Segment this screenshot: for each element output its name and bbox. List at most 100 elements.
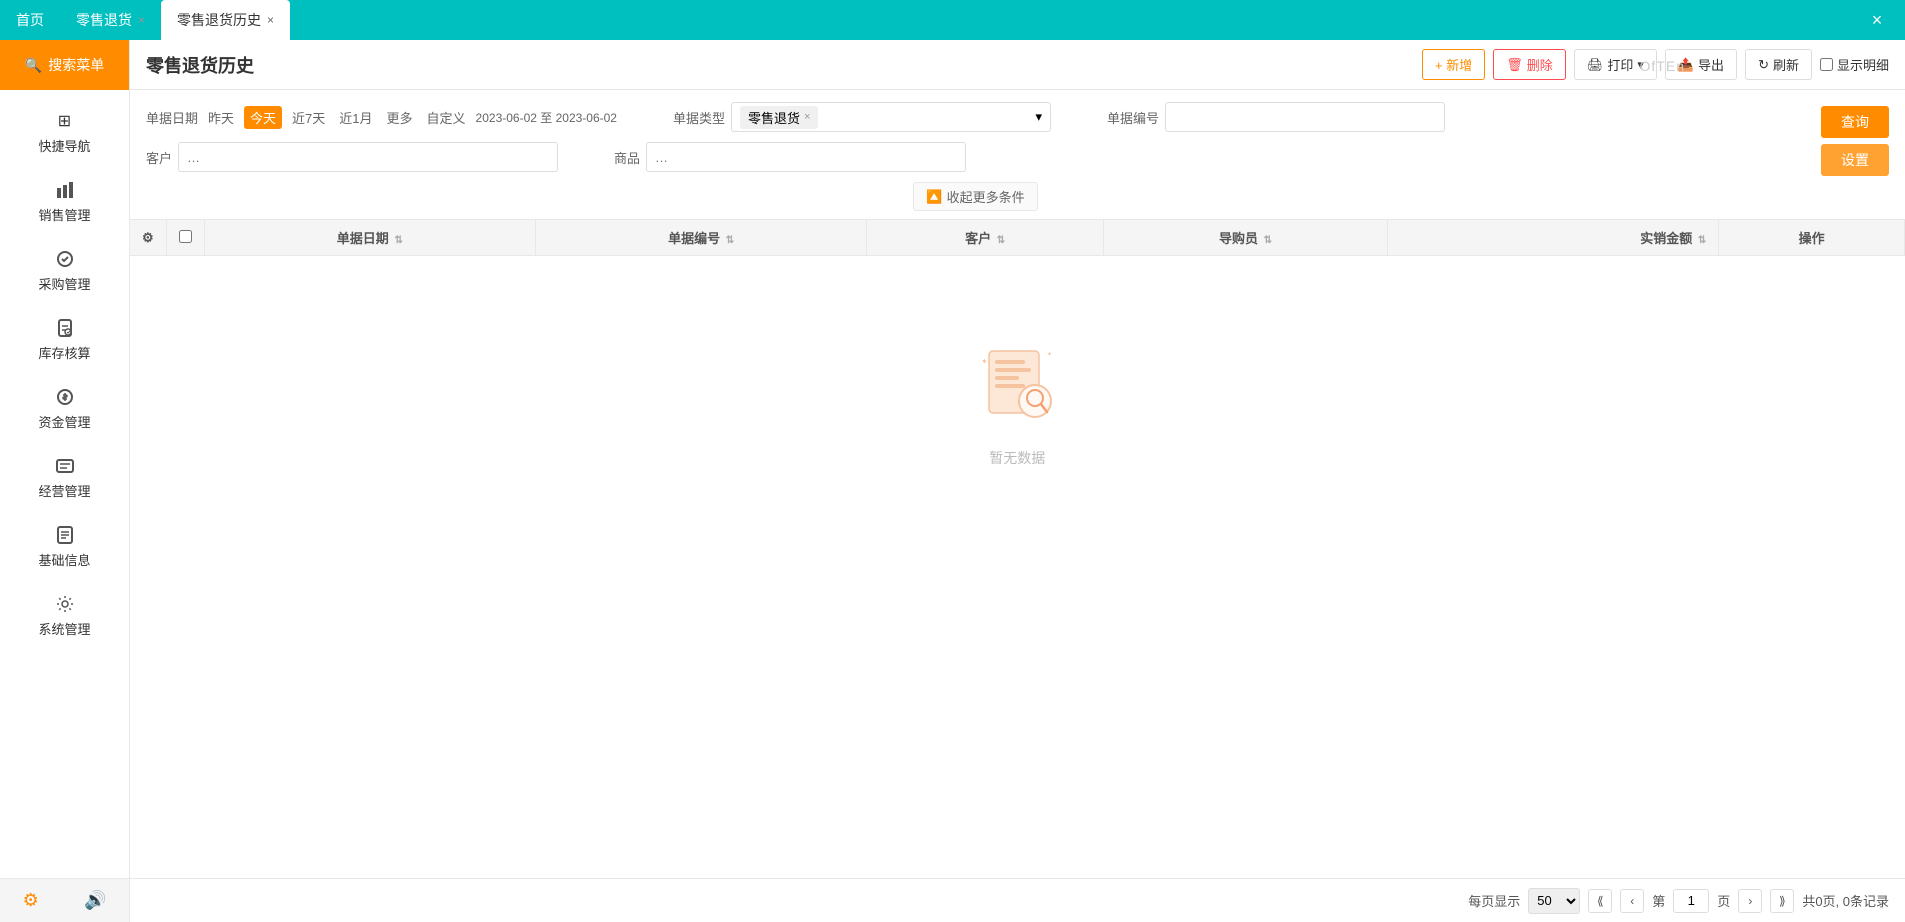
sidebar-item-purchase-mgmt[interactable]: 采购管理 xyxy=(0,236,129,305)
collapse-button[interactable]: 🔼 收起更多条件 xyxy=(913,182,1037,211)
sidebar-item-purchase-label: 采购管理 xyxy=(38,274,90,293)
next-page-button[interactable]: › xyxy=(1738,889,1762,913)
add-button[interactable]: + 新增 xyxy=(1422,49,1485,80)
col-customer[interactable]: 客户 ⇅ xyxy=(867,220,1104,256)
svg-text:✦: ✦ xyxy=(1047,351,1052,358)
tab-home[interactable]: 首页 xyxy=(0,0,60,40)
date-opt-last7[interactable]: 近7天 xyxy=(288,106,329,129)
sidebar-item-quick-nav[interactable]: ⊞ 快捷导航 xyxy=(0,98,129,167)
settings-button[interactable]: 设置 xyxy=(1821,144,1889,176)
tab-retail-return-close[interactable]: × xyxy=(138,13,145,27)
search-icon: 🔍 xyxy=(25,57,42,74)
col-doc-id[interactable]: 单据编号 ⇅ xyxy=(535,220,866,256)
date-opt-today[interactable]: 今天 xyxy=(244,106,282,129)
sidebar-item-sales-label: 销售管理 xyxy=(38,205,90,224)
svg-text:✦: ✦ xyxy=(981,357,988,366)
print-button[interactable]: 🖨 打印 ▾ xyxy=(1574,49,1657,80)
search-menu-button[interactable]: 🔍 搜索菜单 xyxy=(0,40,129,90)
table-settings-col[interactable]: ⚙ xyxy=(130,220,166,256)
date-options: 昨天 今天 近7天 近1月 更多 自定义 xyxy=(204,106,470,129)
empty-text: 暂无数据 xyxy=(989,448,1045,468)
col-doc-date[interactable]: 单据日期 ⇅ xyxy=(204,220,535,256)
empty-illustration: ✦ ✦ xyxy=(967,336,1067,436)
refresh-button[interactable]: ↻ 刷新 xyxy=(1745,49,1812,80)
window-close-button[interactable]: × xyxy=(1865,8,1889,32)
show-detail-label: 显示明细 xyxy=(1837,55,1889,74)
col-operation: 操作 xyxy=(1719,220,1905,256)
page-number-input[interactable] xyxy=(1673,889,1709,913)
date-range-display: 2023-06-02 至 2023-06-02 xyxy=(476,109,617,126)
show-detail-checkbox[interactable] xyxy=(1820,58,1833,71)
date-opt-more[interactable]: 更多 xyxy=(383,106,417,129)
show-detail-checkbox-label[interactable]: 显示明细 xyxy=(1820,55,1889,74)
date-opt-yesterday[interactable]: 昨天 xyxy=(204,106,238,129)
page-size-select[interactable]: 50 10 20 100 xyxy=(1528,888,1580,914)
filter-row-1: 单据日期 昨天 今天 近7天 近1月 更多 自定义 2023-06-02 至 2… xyxy=(146,102,1805,132)
top-bar-right: × xyxy=(1857,8,1905,32)
tab-home-label: 首页 xyxy=(16,10,44,30)
quick-nav-icon: ⊞ xyxy=(54,110,76,132)
delete-button[interactable]: 🗑 删除 xyxy=(1493,49,1566,80)
gear-icon: ⚙ xyxy=(142,230,154,245)
tab-retail-return[interactable]: 零售退货 × xyxy=(60,0,161,40)
volume-icon[interactable]: 🔊 xyxy=(84,890,106,911)
empty-state-row: ✦ ✦ 暂无数据 xyxy=(130,256,1905,549)
tab-retail-return-history[interactable]: 零售退货历史 × xyxy=(161,0,290,40)
table-body: ✦ ✦ 暂无数据 xyxy=(130,256,1905,549)
col-actual-amount[interactable]: 实销金额 ⇅ xyxy=(1387,220,1718,256)
print-icon: 🖨 xyxy=(1587,57,1604,73)
doc-id-input[interactable] xyxy=(1165,102,1445,132)
page-size-label: 每页显示 xyxy=(1468,891,1520,910)
sales-icon xyxy=(54,179,76,201)
sidebar-item-operations-label: 经营管理 xyxy=(38,481,90,500)
date-opt-last-month[interactable]: 近1月 xyxy=(335,106,376,129)
sort-amount-icon: ⇅ xyxy=(1698,235,1706,246)
query-button[interactable]: 查询 xyxy=(1821,106,1889,138)
tab-retail-return-history-close[interactable]: × xyxy=(267,13,274,27)
refresh-icon: ↻ xyxy=(1758,57,1769,73)
settings-bottom-icon[interactable]: ⚙ xyxy=(23,890,39,911)
table-header-row: ⚙ 单据日期 ⇅ 单据编号 ⇅ xyxy=(130,220,1905,256)
prev-page-button[interactable]: ‹ xyxy=(1620,889,1644,913)
sidebar-item-inventory[interactable]: 库存核算 xyxy=(0,305,129,374)
sort-doc-date-icon: ⇅ xyxy=(394,235,402,246)
base-info-icon xyxy=(54,524,76,546)
filter-goods-item: 商品 xyxy=(614,142,966,172)
delete-icon: 🗑 xyxy=(1506,57,1523,73)
page-title: 零售退货历史 xyxy=(146,52,254,78)
filter-fields: 单据日期 昨天 今天 近7天 近1月 更多 自定义 2023-06-02 至 2… xyxy=(146,102,1805,211)
doc-type-label: 单据类型 xyxy=(673,108,725,127)
sidebar-nav: ⊞ 快捷导航 销售管理 采购管理 库存核算 xyxy=(0,90,129,878)
main-layout: 🔍 搜索菜单 ⊞ 快捷导航 销售管理 采购管理 xyxy=(0,40,1905,922)
sidebar-item-operations-mgmt[interactable]: 经营管理 xyxy=(0,443,129,512)
page-label-prefix: 第 xyxy=(1652,891,1665,910)
collapse-icon: 🔼 xyxy=(926,189,942,205)
sidebar-item-base-info-label: 基础信息 xyxy=(38,550,90,569)
system-mgmt-icon xyxy=(54,593,76,615)
select-all-checkbox[interactable] xyxy=(179,230,192,243)
sidebar-item-quick-nav-label: 快捷导航 xyxy=(38,136,90,155)
toolbar: + 新增 🗑 删除 🖨 打印 ▾ 📤 导出 ↻ 刷新 xyxy=(1422,49,1889,80)
tab-retail-return-history-label: 零售退货历史 xyxy=(177,10,261,30)
sidebar-item-base-info[interactable]: 基础信息 xyxy=(0,512,129,581)
date-opt-custom[interactable]: 自定义 xyxy=(423,106,470,129)
filter-customer-item: 客户 xyxy=(146,142,558,172)
purchase-icon xyxy=(54,248,76,270)
customer-input[interactable] xyxy=(178,142,558,172)
doc-type-select[interactable]: 零售退货 × ▾ xyxy=(731,102,1051,132)
sidebar-item-system-mgmt[interactable]: 系统管理 xyxy=(0,581,129,650)
last-page-button[interactable]: ⟫ xyxy=(1770,889,1794,913)
table-check-col[interactable] xyxy=(166,220,204,256)
table-footer: 每页显示 50 10 20 100 ⟪ ‹ 第 页 › ⟫ 共0页, 0条记录 xyxy=(130,878,1905,922)
filter-doc-type-item: 单据类型 零售退货 × ▾ xyxy=(673,102,1051,132)
first-page-button[interactable]: ⟪ xyxy=(1588,889,1612,913)
goods-input[interactable] xyxy=(646,142,966,172)
sidebar-item-finance-mgmt[interactable]: 资金管理 xyxy=(0,374,129,443)
doc-type-tag-remove[interactable]: × xyxy=(804,111,810,123)
sidebar-item-sales-mgmt[interactable]: 销售管理 xyxy=(0,167,129,236)
filter-doc-id-item: 单据编号 xyxy=(1107,102,1445,132)
col-guide[interactable]: 导购员 ⇅ xyxy=(1103,220,1387,256)
sidebar: 🔍 搜索菜单 ⊞ 快捷导航 销售管理 采购管理 xyxy=(0,40,130,922)
sidebar-item-inventory-label: 库存核算 xyxy=(38,343,90,362)
export-button[interactable]: 📤 导出 xyxy=(1665,49,1737,80)
